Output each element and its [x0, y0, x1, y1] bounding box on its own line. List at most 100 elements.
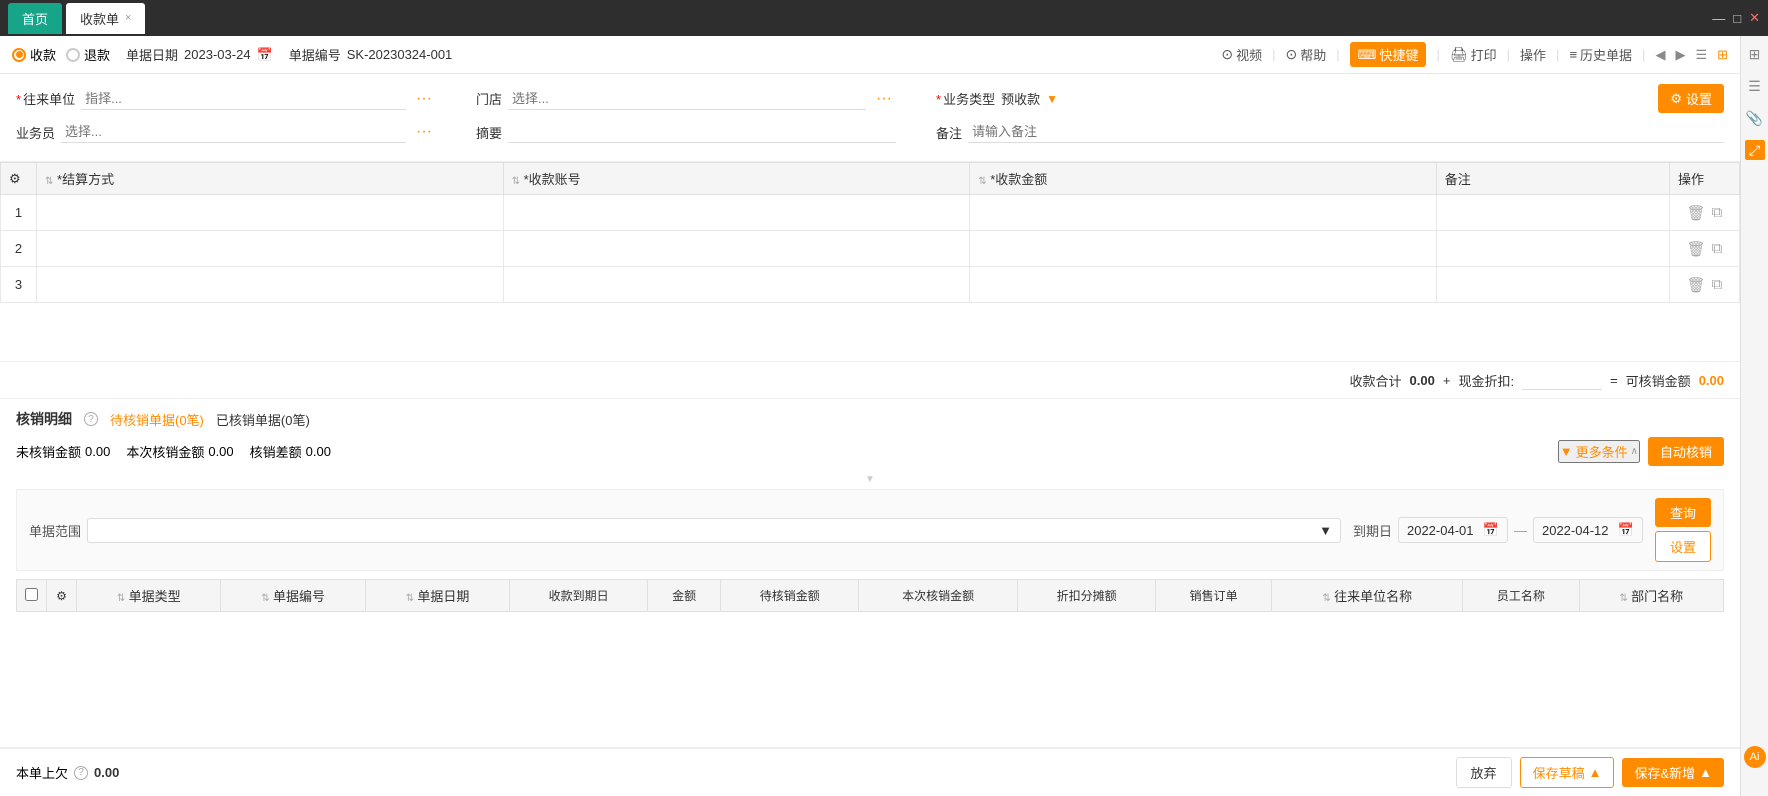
grid-icon[interactable]: ⊞	[1717, 47, 1728, 63]
col-checkbox-header[interactable]	[17, 580, 47, 612]
row-3-copy-icon[interactable]: ⧉	[1712, 276, 1723, 294]
list-icon[interactable]: ☰	[1695, 47, 1707, 63]
auto-recon-btn[interactable]: 自动核销	[1648, 437, 1724, 466]
row-3-delete-icon[interactable]: 🗑	[1687, 276, 1706, 294]
window-maximize[interactable]: □	[1733, 11, 1741, 26]
recon-header: 核销明细 ? 待核销单据(0笔) 已核销单据(0笔)	[16, 409, 1724, 429]
help-btn[interactable]: ⊙ 帮助	[1286, 45, 1327, 64]
print-btn[interactable]: 🖨 打印	[1450, 45, 1497, 64]
sidebar-clip-icon[interactable]: 📎	[1745, 108, 1765, 128]
recon-table: ⚙ ⇅ 单据类型 ⇅ 单据编号 ⇅ 单据日期	[16, 579, 1724, 612]
col-settle-method: ⇅ *结算方式	[37, 163, 504, 195]
row-1-settle[interactable]	[37, 195, 504, 231]
window-close[interactable]: ✕	[1749, 10, 1760, 26]
row-2-settle[interactable]	[37, 231, 504, 267]
row-3-account[interactable]	[503, 267, 970, 303]
store-input[interactable]	[508, 88, 866, 110]
counterparty-input[interactable]	[81, 88, 406, 110]
save-draft-btn[interactable]: 保存草稿 ▲	[1520, 757, 1615, 788]
row-3-settle[interactable]	[37, 267, 504, 303]
col-gear-header[interactable]: ⚙	[47, 580, 77, 612]
summary-input[interactable]	[508, 121, 896, 143]
row-2-remark[interactable]	[1436, 231, 1669, 267]
start-date-input[interactable]: 2022-04-01 📅	[1398, 517, 1508, 543]
nav-prev-icon[interactable]: ◀	[1655, 47, 1665, 63]
counterparty-more-btn[interactable]: ···	[412, 91, 436, 107]
close-tab-icon[interactable]: ×	[125, 12, 131, 24]
row-1-amount[interactable]	[970, 195, 1437, 231]
receipt-radio[interactable]: 收款	[12, 45, 56, 64]
row-3-amount[interactable]	[970, 267, 1437, 303]
col-doc-type: ⇅ 单据类型	[77, 580, 221, 612]
sidebar-expand-icon[interactable]: ⤢	[1745, 140, 1765, 160]
col-pending-recon: 待核销金额	[721, 580, 859, 612]
row-1-copy-icon[interactable]: ⧉	[1712, 204, 1723, 222]
col-staff-name: 员工名称	[1463, 580, 1579, 612]
row-2-amount[interactable]	[970, 231, 1437, 267]
calendar-icon[interactable]: 📅	[257, 47, 273, 63]
doc-date-value: 2023-03-24	[184, 47, 251, 62]
done-recon-tab[interactable]: 已核销单据(0笔)	[216, 410, 310, 429]
ai-button[interactable]: Ai	[1744, 746, 1766, 768]
end-date-input[interactable]: 2022-04-12 📅	[1533, 517, 1643, 543]
remark-input[interactable]	[968, 121, 1724, 143]
row-2-account[interactable]	[503, 231, 970, 267]
recon-actions: ▼ 更多条件 ∧ 自动核销	[1558, 437, 1724, 466]
table-settings-icon[interactable]: ⚙	[1, 163, 37, 195]
col-party-name: ⇅ 往来单位名称	[1272, 580, 1463, 612]
form-row-2: 业务员 ··· 摘要 备注	[16, 121, 1724, 143]
sidebar-form-icon[interactable]: ☰	[1745, 76, 1765, 96]
history-btn[interactable]: ≡ 历史单据	[1569, 45, 1632, 64]
sidebar-table-icon[interactable]: ⊞	[1745, 44, 1765, 64]
recon-settings-btn[interactable]: 设置	[1655, 531, 1711, 562]
receipt-radio-dot	[12, 48, 26, 62]
col-doc-date: ⇅ 单据日期	[365, 580, 509, 612]
shortcut-btn[interactable]: ⌨ 快捷键	[1350, 42, 1427, 67]
query-btn[interactable]: 查询	[1655, 498, 1711, 527]
row-2-delete-icon[interactable]: 🗑	[1687, 240, 1706, 258]
summary-field: 摘要	[476, 121, 896, 143]
discard-btn[interactable]: 放弃	[1456, 757, 1512, 788]
store-more-btn[interactable]: ···	[872, 91, 896, 107]
collapse-icon[interactable]: ▼	[16, 474, 1724, 485]
nav-next-icon[interactable]: ▶	[1675, 47, 1685, 63]
refund-radio[interactable]: 退款	[66, 45, 110, 64]
home-tab[interactable]: 首页	[8, 3, 62, 34]
recon-title: 核销明细	[16, 409, 72, 429]
row-1-remark[interactable]	[1436, 195, 1669, 231]
doc-number-value: SK-20230324-001	[347, 47, 453, 62]
operation-btn[interactable]: 操作	[1520, 45, 1546, 64]
col-operation: 操作	[1670, 163, 1740, 195]
table-body: 1 🗑 ⧉ 2	[1, 195, 1740, 303]
col-sales-order: 销售订单	[1156, 580, 1272, 612]
select-all-checkbox[interactable]	[25, 588, 38, 601]
doc-date-field: 单据日期 2023-03-24 📅	[126, 45, 273, 64]
active-tab[interactable]: 收款单 ×	[66, 3, 145, 34]
business-type-dropdown[interactable]: ▼	[1046, 92, 1058, 106]
recon-info-row: 未核销金额 0.00 本次核销金额 0.00 核销差额 0.00 ▼ 更多条件 …	[16, 437, 1724, 466]
row-num-1: 1	[1, 195, 37, 231]
recon-info-icon[interactable]: ?	[84, 412, 98, 426]
video-btn[interactable]: ⊙ 视频	[1221, 45, 1262, 64]
row-1-account[interactable]	[503, 195, 970, 231]
staff-input[interactable]	[61, 121, 406, 143]
range-select[interactable]: ▼	[87, 518, 1341, 543]
discount-input[interactable]	[1522, 370, 1602, 390]
window-minimize[interactable]: —	[1712, 11, 1725, 26]
more-filter-btn[interactable]: ▼ 更多条件 ∧	[1558, 440, 1640, 463]
save-new-btn[interactable]: 保存&新增 ▲	[1622, 758, 1724, 787]
bottom-info-icon[interactable]: ?	[74, 766, 88, 780]
col-discount-split: 折扣分摊额	[1018, 580, 1156, 612]
row-1-delete-icon[interactable]: 🗑	[1687, 204, 1706, 222]
form-section: *往来单位 ··· 门店 ··· *业务类型 预收款 ▼	[0, 74, 1740, 162]
table-row: 2 🗑 ⧉	[1, 231, 1740, 267]
settings-btn[interactable]: ⚙ 设置	[1658, 84, 1724, 113]
top-nav: 首页 收款单 × — □ ✕	[0, 0, 1768, 36]
staff-more-btn[interactable]: ···	[412, 124, 436, 140]
row-3-remark[interactable]	[1436, 267, 1669, 303]
pending-recon-tab[interactable]: 待核销单据(0笔)	[110, 410, 204, 429]
col-doc-number: ⇅ 单据编号	[221, 580, 365, 612]
calendar-icon-end: 📅	[1618, 522, 1634, 538]
row-2-copy-icon[interactable]: ⧉	[1712, 240, 1723, 258]
net-amount-value: 0.00	[1699, 373, 1724, 388]
